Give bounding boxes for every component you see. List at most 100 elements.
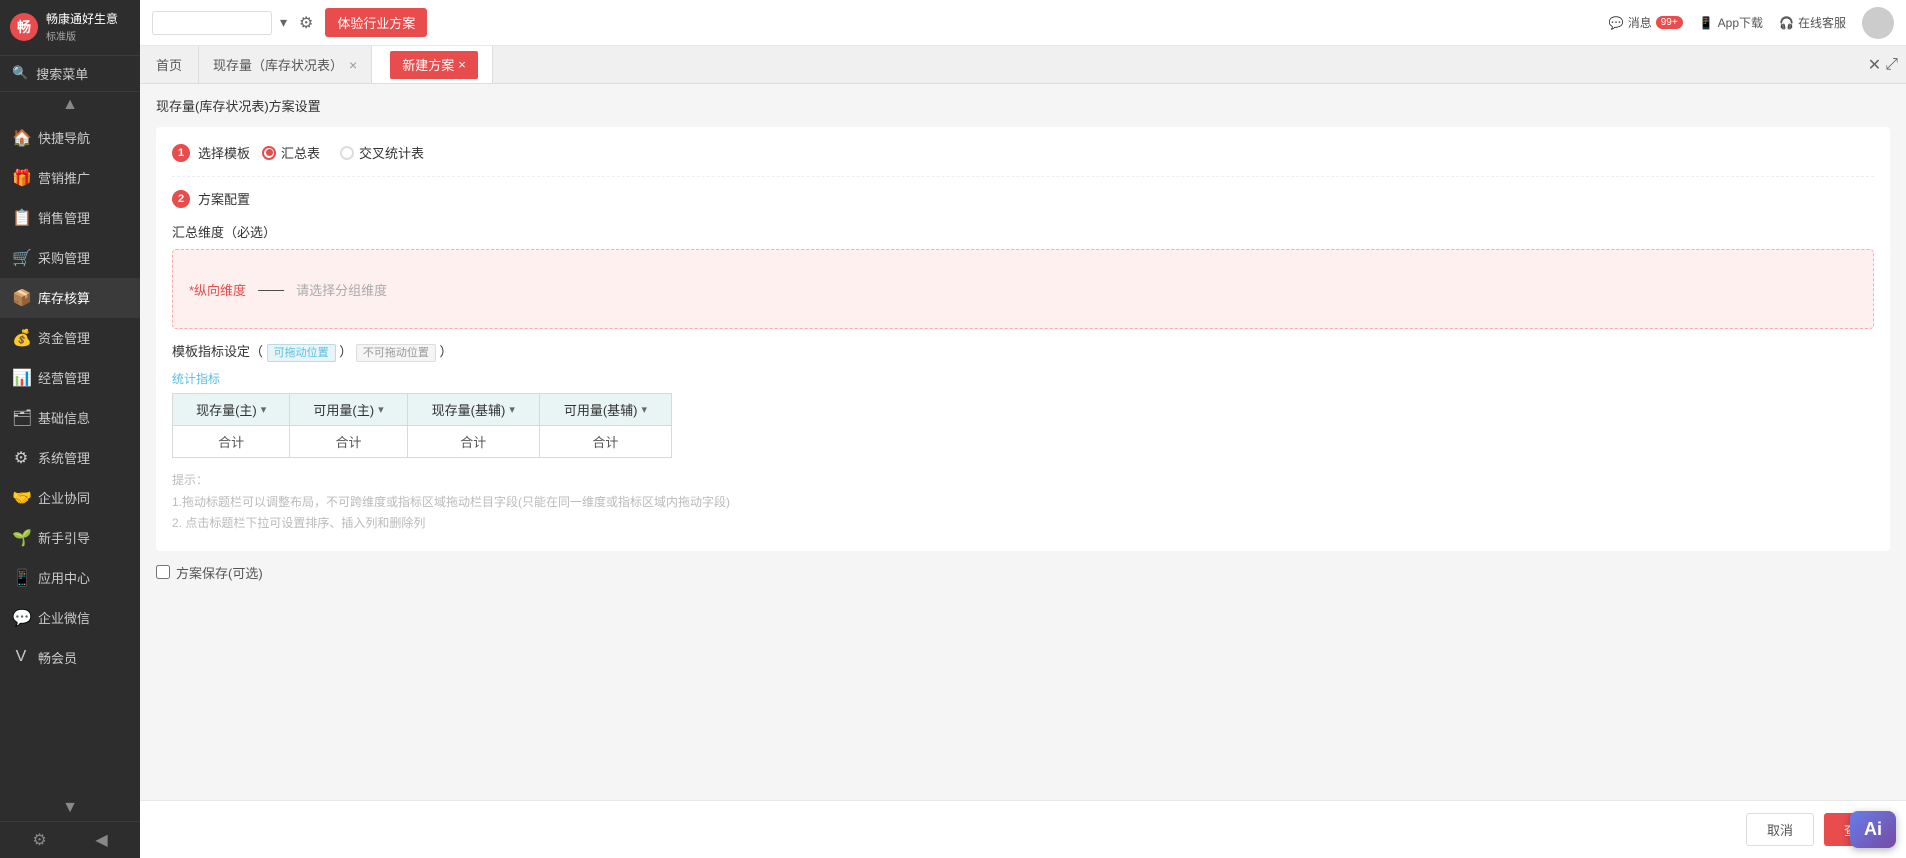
sidebar-scroll-up[interactable]: ▲ bbox=[0, 92, 140, 118]
messages-btn[interactable]: 💬 消息 99+ bbox=[1609, 14, 1683, 31]
radio-cross-circle bbox=[340, 146, 354, 160]
stats-label: 统计指标 bbox=[172, 370, 1874, 387]
phone-icon: 📱 bbox=[1699, 16, 1714, 30]
step2-label: 方案配置 bbox=[198, 189, 250, 208]
sales-icon: 📋 bbox=[12, 208, 30, 228]
sidebar-search[interactable]: 🔍 搜索菜单 bbox=[0, 56, 140, 92]
tab-inventory-close[interactable]: × bbox=[349, 58, 357, 72]
logo-text: 畅康通好生意 标准版 bbox=[46, 12, 118, 43]
save-checkbox[interactable] bbox=[156, 565, 170, 579]
tabbar-actions: ✕ ⤢ bbox=[1868, 55, 1906, 75]
app-download-btn[interactable]: 📱 App下载 bbox=[1699, 14, 1763, 31]
step1-header: 1 选择模板 汇总表 交叉统计表 bbox=[172, 143, 1874, 162]
tab-new-scheme[interactable]: 新建方案 × bbox=[372, 46, 493, 83]
step1-number: 1 bbox=[172, 144, 190, 162]
industry-btn[interactable]: 体验行业方案 bbox=[325, 8, 427, 37]
sidebar-nav: 🏠 快捷导航 🎁 营销推广 📋 销售管理 🛒 采购管理 📦 库存核算 💰 资金管… bbox=[0, 118, 140, 795]
sidebar-item-operations[interactable]: 📊 经营管理 bbox=[0, 358, 140, 398]
topbar-dropdown-btn[interactable]: ▾ bbox=[280, 14, 287, 31]
col-arrow-0[interactable]: ▾ bbox=[261, 403, 267, 416]
tab-home[interactable]: 首页 bbox=[140, 46, 199, 83]
sidebar-item-cooperation[interactable]: 🤝 企业协同 bbox=[0, 478, 140, 518]
sidebar-item-wechat[interactable]: 💬 企业微信 bbox=[0, 598, 140, 638]
save-label: 方案保存(可选) bbox=[176, 563, 263, 582]
appcenter-icon: 📱 bbox=[12, 568, 30, 588]
col-arrow-3[interactable]: ▾ bbox=[641, 403, 647, 416]
new-scheme-tab-btn[interactable]: 新建方案 × bbox=[390, 51, 478, 79]
user-avatar[interactable] bbox=[1862, 7, 1894, 39]
newuser-icon: 🌱 bbox=[12, 528, 30, 548]
sidebar-scroll-down[interactable]: ▼ bbox=[0, 795, 140, 821]
dimension-section: 汇总维度（必选） *纵向维度 —— 请选择分组维度 bbox=[172, 222, 1874, 329]
home-icon: 🏠 bbox=[12, 128, 30, 148]
tab-inventory-status[interactable]: 现存量（库存状况表） × bbox=[199, 46, 372, 83]
basic-icon: 🗂 bbox=[12, 408, 30, 428]
sidebar-bottom: ⚙ ◀ bbox=[0, 821, 140, 858]
radio-cross[interactable]: 交叉统计表 bbox=[340, 143, 424, 162]
cell-0: 合计 bbox=[173, 426, 290, 458]
sidebar-item-finance[interactable]: 💰 资金管理 bbox=[0, 318, 140, 358]
member-icon: V bbox=[12, 648, 30, 666]
cancel-button[interactable]: 取消 bbox=[1746, 813, 1814, 846]
metric-label-row: 模板指标设定（ 可拖动位置 ） 不可拖动位置 ） bbox=[172, 341, 1874, 360]
radio-summary[interactable]: 汇总表 bbox=[262, 143, 320, 162]
tag-draggable: 可拖动位置 bbox=[267, 344, 336, 362]
table-row: 合计 合计 合计 合计 bbox=[173, 426, 672, 458]
tag-non-draggable: 不可拖动位置 bbox=[356, 344, 436, 362]
sidebar-item-appcenter[interactable]: 📱 应用中心 bbox=[0, 558, 140, 598]
content-inner: 现存量(库存状况表)方案设置 1 选择模板 汇总表 交叉统计表 bbox=[140, 84, 1906, 594]
step2-number: 2 bbox=[172, 190, 190, 208]
step1-label: 选择模板 bbox=[198, 143, 250, 162]
message-icon: 💬 bbox=[1609, 16, 1624, 30]
col-header-3[interactable]: 可用量(基辅) ▾ bbox=[539, 394, 671, 426]
sidebar-item-purchase[interactable]: 🛒 采购管理 bbox=[0, 238, 140, 278]
headset-icon: 🎧 bbox=[1779, 16, 1794, 30]
content-area: 现存量(库存状况表)方案设置 1 选择模板 汇总表 交叉统计表 bbox=[140, 84, 1906, 800]
dimension-arrow: —— bbox=[258, 282, 284, 297]
tabbar: 首页 现存量（库存状况表） × 新建方案 × ✕ ⤢ bbox=[140, 46, 1906, 84]
sidebar: 畅 畅康通好生意 标准版 🔍 搜索菜单 ▲ 🏠 快捷导航 🎁 营销推广 📋 销售… bbox=[0, 0, 140, 858]
sidebar-item-member[interactable]: V 畅会员 bbox=[0, 638, 140, 677]
sidebar-item-newuser[interactable]: 🌱 新手引导 bbox=[0, 518, 140, 558]
sidebar-item-basic[interactable]: 🗂 基础信息 bbox=[0, 398, 140, 438]
search-icon: 🔍 bbox=[12, 65, 28, 81]
cell-3: 合计 bbox=[539, 426, 671, 458]
sidebar-item-quicknav[interactable]: 🏠 快捷导航 bbox=[0, 118, 140, 158]
sidebar-settings-btn[interactable]: ⚙ bbox=[32, 830, 46, 850]
gift-icon: 🎁 bbox=[12, 168, 30, 188]
tab-close-all-btn[interactable]: ✕ bbox=[1868, 55, 1881, 75]
sidebar-collapse-btn[interactable]: ◀ bbox=[95, 830, 107, 850]
wechat-icon: 💬 bbox=[12, 608, 30, 628]
inventory-icon: 📦 bbox=[12, 288, 30, 308]
system-icon: ⚙ bbox=[12, 448, 30, 468]
operations-icon: 📊 bbox=[12, 368, 30, 388]
footer: 取消 查询 bbox=[140, 800, 1906, 858]
col-arrow-1[interactable]: ▾ bbox=[378, 403, 384, 416]
metric-title: 模板指标设定（ 可拖动位置 ） 不可拖动位置 ） bbox=[172, 341, 453, 360]
dimension-label: 汇总维度（必选） bbox=[172, 222, 1874, 241]
dimension-placeholder: 请选择分组维度 bbox=[296, 280, 387, 299]
template-options: 汇总表 交叉统计表 bbox=[262, 143, 424, 162]
app-logo: 畅 畅康通好生意 标准版 bbox=[0, 0, 140, 56]
col-header-2[interactable]: 现存量(基辅) ▾ bbox=[407, 394, 539, 426]
sidebar-item-sales[interactable]: 📋 销售管理 bbox=[0, 198, 140, 238]
tab-expand-btn[interactable]: ⤢ bbox=[1885, 56, 1898, 74]
cell-1: 合计 bbox=[290, 426, 407, 458]
purchase-icon: 🛒 bbox=[12, 248, 30, 268]
stats-table: 现存量(主) ▾ 可用量(主) ▾ bbox=[172, 393, 672, 458]
topbar-settings-btn[interactable]: ⚙ bbox=[299, 13, 313, 33]
main-card: 1 选择模板 汇总表 交叉统计表 bbox=[156, 127, 1890, 551]
tips-section: 提示： 1.拖动标题栏可以调整布局，不可跨维度或指标区域拖动栏目字段(只能在同一… bbox=[172, 470, 1874, 535]
dimension-area[interactable]: *纵向维度 —— 请选择分组维度 bbox=[172, 249, 1874, 329]
col-header-0[interactable]: 现存量(主) ▾ bbox=[173, 394, 290, 426]
sidebar-item-system[interactable]: ⚙ 系统管理 bbox=[0, 438, 140, 478]
topbar-search-input[interactable] bbox=[152, 11, 272, 35]
online-service-btn[interactable]: 🎧 在线客服 bbox=[1779, 14, 1846, 31]
topbar: ▾ ⚙ 体验行业方案 💬 消息 99+ 📱 App下载 🎧 在线客服 bbox=[140, 0, 1906, 46]
ai-badge[interactable]: Ai bbox=[1850, 811, 1896, 848]
finance-icon: 💰 bbox=[12, 328, 30, 348]
sidebar-item-marketing[interactable]: 🎁 营销推广 bbox=[0, 158, 140, 198]
col-header-1[interactable]: 可用量(主) ▾ bbox=[290, 394, 407, 426]
col-arrow-2[interactable]: ▾ bbox=[509, 403, 515, 416]
sidebar-item-inventory[interactable]: 📦 库存核算 bbox=[0, 278, 140, 318]
